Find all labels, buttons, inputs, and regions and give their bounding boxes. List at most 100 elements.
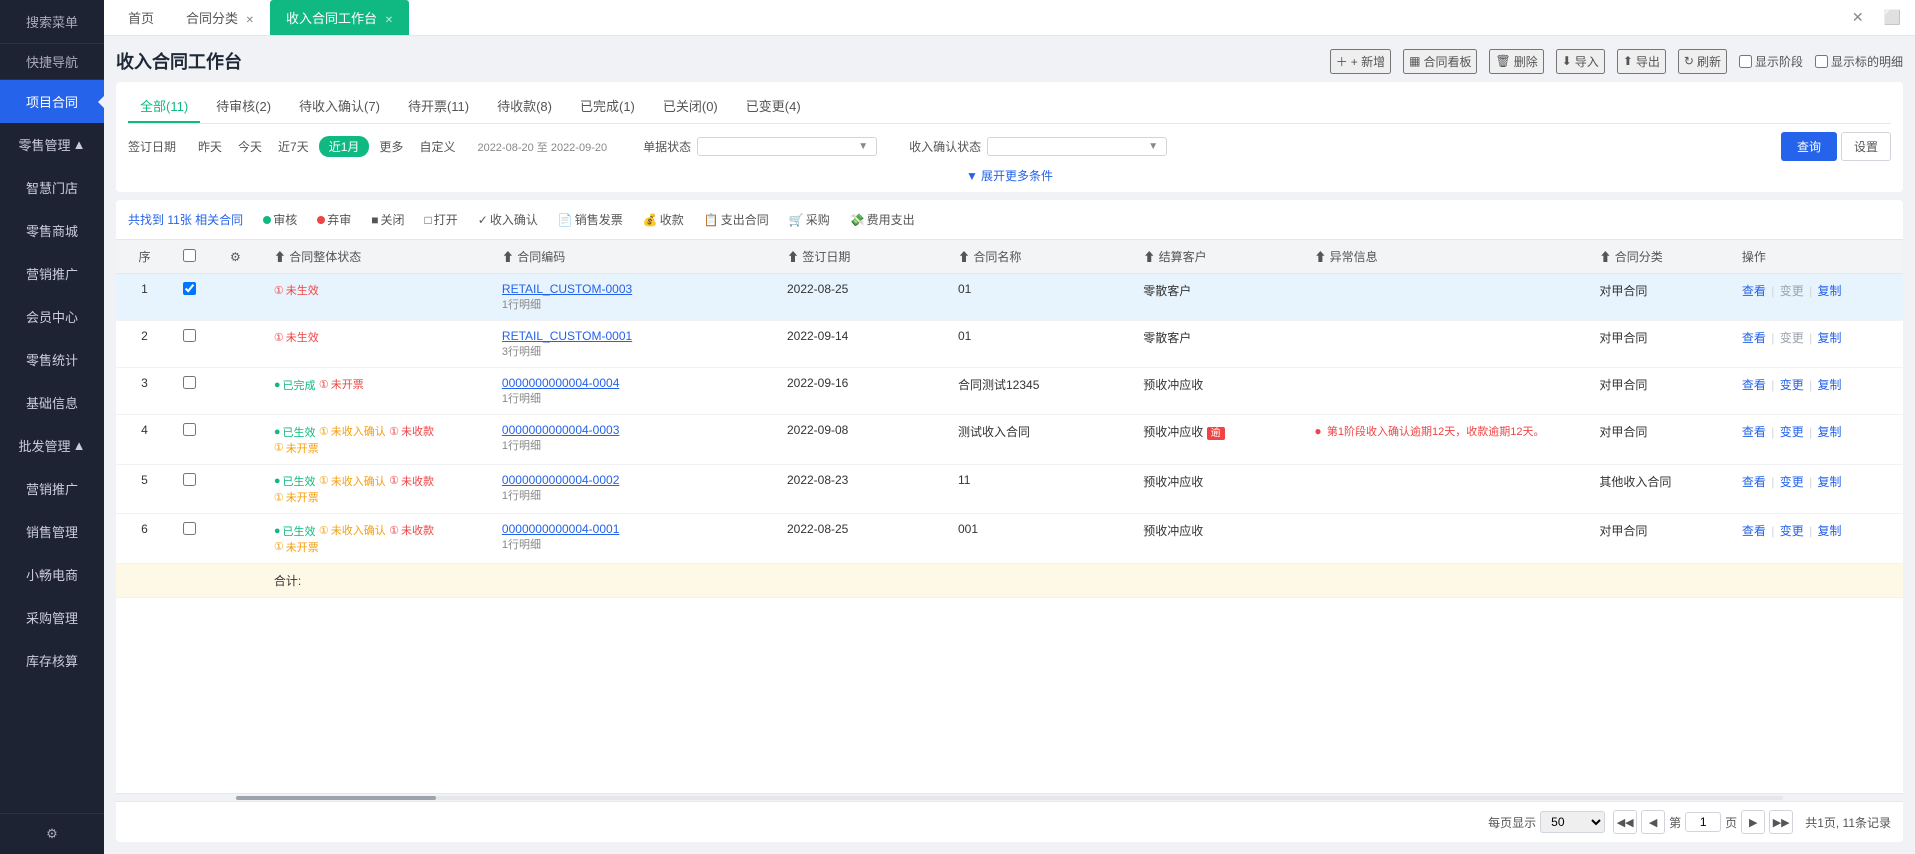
sidebar-search[interactable]: 搜索菜单	[0, 0, 104, 44]
income-confirm-select[interactable]: ▼	[987, 137, 1167, 156]
row-5-copy-btn[interactable]: 复制	[1818, 475, 1842, 489]
sidebar-item-ecommerce[interactable]: 小畅电商	[0, 553, 104, 596]
row-3-view-btn[interactable]: 查看	[1742, 378, 1766, 392]
row-3-check[interactable]	[173, 368, 220, 415]
refresh-icon: ↻	[1684, 54, 1694, 68]
tab-close-contract-cat[interactable]: ✕	[246, 15, 254, 26]
first-page-btn[interactable]: ◀◀	[1613, 810, 1637, 834]
row-3-copy-btn[interactable]: 复制	[1818, 378, 1842, 392]
next-page-btn[interactable]: ▶	[1741, 810, 1765, 834]
sidebar-item-wholesale[interactable]: 批发管理 ▲	[0, 424, 104, 467]
sidebar-item-sales-promo[interactable]: 营销推广	[0, 467, 104, 510]
filter-settings-button[interactable]: 设置	[1841, 132, 1891, 161]
row-1-customer: 零散客户	[1133, 274, 1304, 321]
status-tab-pending-invoice[interactable]: 待开票(11)	[396, 90, 481, 123]
select-all-checkbox[interactable]	[183, 249, 196, 262]
row-1-check[interactable]	[173, 274, 220, 321]
status-tab-pending-review[interactable]: 待审核(2)	[204, 90, 283, 123]
show-mark-checkbox[interactable]: 显示标的明细	[1815, 53, 1903, 70]
row-5-code-link[interactable]: 0000000000004-0002	[502, 473, 619, 487]
row-4-view-btn[interactable]: 查看	[1742, 425, 1766, 439]
date-btn-more[interactable]: 更多	[373, 136, 409, 157]
status-tab-closed[interactable]: 已关闭(0)	[651, 90, 730, 123]
row-2-check[interactable]	[173, 321, 220, 368]
row-1-copy-btn[interactable]: 复制	[1818, 284, 1842, 298]
sidebar-item-retail-mall[interactable]: 零售商城	[0, 209, 104, 252]
row-6-view-btn[interactable]: 查看	[1742, 524, 1766, 538]
query-button[interactable]: 查询	[1781, 132, 1837, 161]
sidebar-item-sales-mgmt[interactable]: 销售管理	[0, 510, 104, 553]
page-size-select[interactable]: 10 20 50 100	[1540, 811, 1605, 833]
tab-home[interactable]: 首页	[112, 0, 170, 35]
window-close-btn[interactable]: ✕	[1846, 7, 1870, 28]
export-button[interactable]: ⬆ 导出	[1617, 49, 1666, 74]
status-tab-pending-confirm[interactable]: 待收入确认(7)	[287, 90, 392, 123]
row-4-change-btn[interactable]: 变更	[1780, 425, 1804, 439]
review-action-btn[interactable]: 审核	[255, 208, 305, 231]
show-phase-checkbox[interactable]: 显示阶段	[1739, 53, 1803, 70]
date-btn-today[interactable]: 今天	[232, 136, 268, 157]
tab-income-workbench[interactable]: 收入合同工作台 ✕	[270, 0, 409, 35]
doc-status-select[interactable]: ▼	[697, 137, 877, 156]
sidebar-item-purchase[interactable]: 采购管理	[0, 596, 104, 639]
close-action-btn[interactable]: ■ 关闭	[363, 208, 412, 231]
row-4-check[interactable]	[173, 415, 220, 465]
tab-contract-cat[interactable]: 合同分类 ✕	[170, 0, 270, 35]
sidebar-item-retail[interactable]: 零售管理 ▲	[0, 123, 104, 166]
row-4-code-link[interactable]: 0000000000004-0003	[502, 423, 619, 437]
tab-close-income-workbench[interactable]: ✕	[385, 15, 393, 26]
status-tab-completed[interactable]: 已完成(1)	[568, 90, 647, 123]
sidebar-item-member[interactable]: 会员中心	[0, 295, 104, 338]
payment-action-btn[interactable]: 💰 收款	[635, 208, 692, 231]
abandon-action-btn[interactable]: 弃审	[309, 208, 359, 231]
expand-filter-btn[interactable]: ▼ 展开更多条件	[966, 167, 1053, 184]
row-5-check[interactable]	[173, 464, 220, 514]
sidebar-item-smart-store[interactable]: 智慧门店	[0, 166, 104, 209]
status-tab-all[interactable]: 全部(11)	[128, 90, 200, 123]
date-btn-1month[interactable]: 近1月	[319, 136, 370, 157]
sidebar-item-retail-stats[interactable]: 零售统计	[0, 338, 104, 381]
status-tab-changed[interactable]: 已变更(4)	[734, 90, 813, 123]
fee-out-action-btn[interactable]: 💸 费用支出	[842, 208, 923, 231]
row-6-change-btn[interactable]: 变更	[1780, 524, 1804, 538]
row-3-change-btn[interactable]: 变更	[1780, 378, 1804, 392]
prev-page-btn[interactable]: ◀	[1641, 810, 1665, 834]
sidebar-quick-nav[interactable]: 快捷导航	[0, 44, 104, 80]
sidebar-item-project[interactable]: 项目合同	[0, 80, 104, 123]
row-6-copy-btn[interactable]: 复制	[1818, 524, 1842, 538]
purchase-action-btn[interactable]: 🛒 采购	[781, 208, 838, 231]
row-1-code-link[interactable]: RETAIL_CUSTOM-0003	[502, 282, 632, 296]
row-5-view-btn[interactable]: 查看	[1742, 475, 1766, 489]
row-6-check[interactable]	[173, 514, 220, 564]
row-5-change-btn[interactable]: 变更	[1780, 475, 1804, 489]
income-confirm-action-btn[interactable]: ✓ 收入确认	[470, 208, 546, 231]
delete-button[interactable]: 🗑 删除	[1489, 49, 1543, 74]
row-3-code-link[interactable]: 0000000000004-0004	[502, 376, 619, 390]
expense-out-action-btn[interactable]: 📋 支出合同	[696, 208, 777, 231]
sidebar-item-basic-info[interactable]: 基础信息	[0, 381, 104, 424]
window-maximize-btn[interactable]: ⬜	[1878, 7, 1907, 28]
sidebar-settings-btn[interactable]: ⚙	[0, 813, 104, 854]
row-1-view-btn[interactable]: 查看	[1742, 284, 1766, 298]
import-button[interactable]: ⬇ 导入	[1556, 49, 1605, 74]
row-2-code-link[interactable]: RETAIL_CUSTOM-0001	[502, 329, 632, 343]
contract-board-button[interactable]: ▦ 合同看板	[1403, 49, 1477, 74]
date-btn-7days[interactable]: 近7天	[272, 136, 315, 157]
sidebar-item-inventory[interactable]: 库存核算	[0, 639, 104, 682]
row-4-copy-btn[interactable]: 复制	[1818, 425, 1842, 439]
col-header-gear[interactable]: ⚙	[220, 240, 264, 274]
page-number-input[interactable]	[1685, 812, 1721, 832]
row-2-view-btn[interactable]: 查看	[1742, 331, 1766, 345]
row-2-copy-btn[interactable]: 复制	[1818, 331, 1842, 345]
date-btn-custom[interactable]: 自定义	[413, 136, 461, 157]
refresh-button[interactable]: ↻ 刷新	[1678, 49, 1727, 74]
sales-invoice-action-btn[interactable]: 📄 销售发票	[550, 208, 631, 231]
new-button[interactable]: ＋ + 新增	[1330, 49, 1391, 74]
date-btn-yesterday[interactable]: 昨天	[192, 136, 228, 157]
row-6-code-link[interactable]: 0000000000004-0001	[502, 522, 619, 536]
status-tab-pending-payment[interactable]: 待收款(8)	[485, 90, 564, 123]
last-page-btn[interactable]: ▶▶	[1769, 810, 1793, 834]
open-action-btn[interactable]: □ 打开	[416, 208, 465, 231]
sidebar-item-marketing[interactable]: 营销推广	[0, 252, 104, 295]
horizontal-scrollbar[interactable]	[116, 793, 1903, 801]
